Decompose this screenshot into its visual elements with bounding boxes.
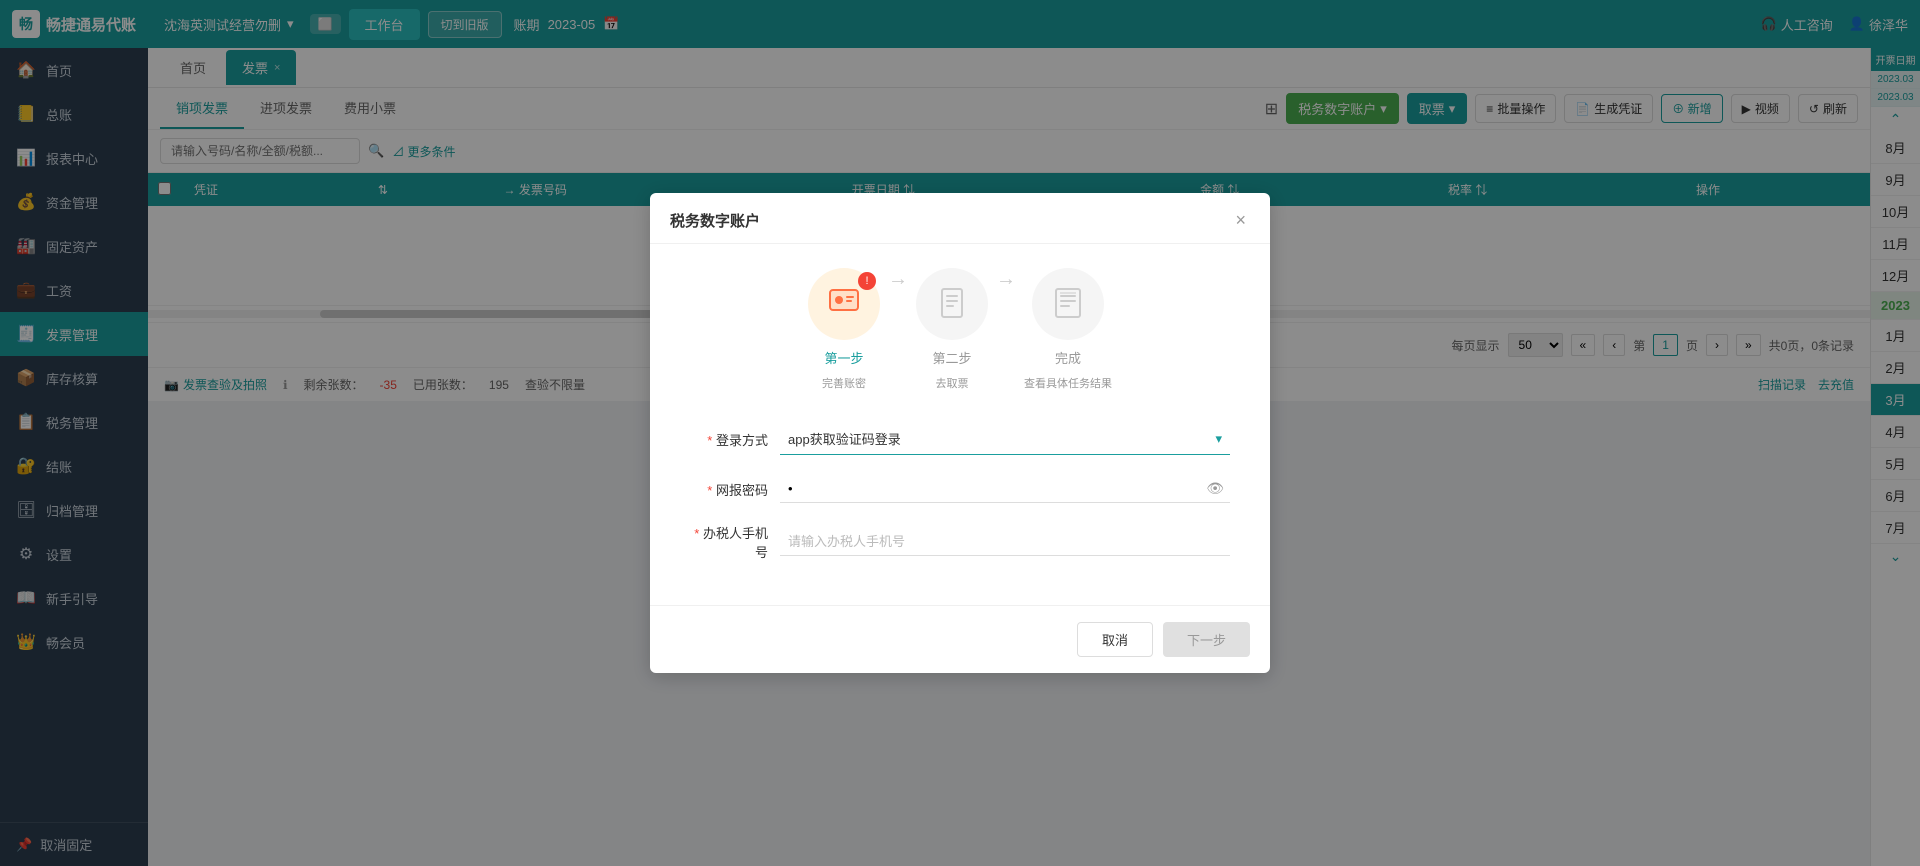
required-star-1: * bbox=[707, 433, 712, 448]
step-1-icon bbox=[826, 282, 862, 326]
form-row-phone: * 办税人手机号 bbox=[690, 523, 1230, 561]
step-2-icon bbox=[934, 285, 970, 324]
step-2-sublabel: 去取票 bbox=[936, 375, 969, 391]
step-2: 第二步 去取票 bbox=[916, 268, 988, 391]
modal-overlay[interactable]: 税务数字账户 × bbox=[0, 0, 1920, 866]
password-eye-icon[interactable]: 👁 bbox=[1200, 480, 1230, 497]
step-1-icon-wrap: ! bbox=[808, 268, 880, 340]
modal-body: ! 第一步 完善账密 → bbox=[650, 244, 1270, 605]
step-1-sublabel: 完善账密 bbox=[822, 375, 866, 391]
modal-tax-digital: 税务数字账户 × bbox=[650, 193, 1270, 673]
step-1: ! 第一步 完善账密 bbox=[808, 268, 880, 391]
modal-header: 税务数字账户 × bbox=[650, 193, 1270, 244]
modal-form: * 登录方式 app获取验证码登录 ▾ * 网报密码 bbox=[690, 423, 1230, 561]
step-arrow-2: → bbox=[988, 268, 1024, 331]
phone-label: * 办税人手机号 bbox=[690, 523, 780, 561]
required-star-2: * bbox=[707, 483, 712, 498]
step-3: 完成 查看具体任务结果 bbox=[1024, 268, 1112, 391]
form-row-password: * 网报密码 👁 bbox=[690, 475, 1230, 503]
step-arrow-1: → bbox=[880, 268, 916, 331]
login-method-select[interactable]: app获取验证码登录 ▾ bbox=[780, 423, 1230, 455]
step-1-error-badge: ! bbox=[858, 272, 876, 290]
modal-close-button[interactable]: × bbox=[1231, 209, 1250, 231]
step-2-label: 第二步 bbox=[932, 348, 971, 367]
form-row-login-method: * 登录方式 app获取验证码登录 ▾ bbox=[690, 423, 1230, 455]
cancel-button[interactable]: 取消 bbox=[1077, 622, 1153, 657]
login-method-arrow-icon: ▾ bbox=[1215, 431, 1222, 447]
phone-input[interactable] bbox=[780, 528, 1230, 556]
password-label: * 网报密码 bbox=[690, 480, 780, 499]
next-step-button[interactable]: 下一步 bbox=[1163, 622, 1250, 657]
step-1-label: 第一步 bbox=[824, 348, 863, 367]
steps-indicator: ! 第一步 完善账密 → bbox=[690, 268, 1230, 391]
step-3-icon bbox=[1050, 285, 1086, 324]
required-star-3: * bbox=[694, 526, 699, 541]
password-input[interactable] bbox=[780, 475, 1200, 502]
login-method-label: * 登录方式 bbox=[690, 430, 780, 449]
login-method-value: app获取验证码登录 bbox=[788, 429, 901, 448]
step-3-sublabel: 查看具体任务结果 bbox=[1024, 375, 1112, 391]
modal-footer: 取消 下一步 bbox=[650, 605, 1270, 673]
step-3-label: 完成 bbox=[1055, 348, 1081, 367]
step-2-icon-wrap bbox=[916, 268, 988, 340]
modal-title: 税务数字账户 bbox=[670, 210, 760, 231]
step-3-icon-wrap bbox=[1032, 268, 1104, 340]
password-input-wrap: 👁 bbox=[780, 475, 1230, 503]
